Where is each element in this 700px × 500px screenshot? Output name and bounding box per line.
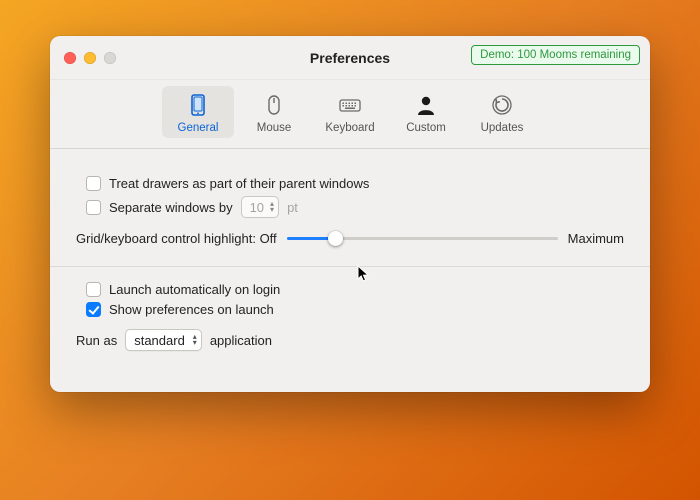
tab-label: Updates — [481, 122, 524, 134]
stepper-value: 10 — [250, 200, 264, 215]
launch-on-login-checkbox[interactable] — [86, 282, 101, 297]
mouse-icon — [261, 92, 287, 118]
person-icon — [413, 92, 439, 118]
tab-updates[interactable]: Updates — [466, 86, 538, 138]
tab-label: General — [178, 122, 219, 134]
highlight-slider[interactable] — [287, 230, 558, 246]
separate-windows-checkbox[interactable] — [86, 200, 101, 215]
run-as-select[interactable]: standard ▴▾ — [125, 329, 202, 351]
divider — [50, 266, 650, 267]
keyboard-icon — [337, 92, 363, 118]
tab-custom[interactable]: Custom — [390, 86, 462, 138]
launch-on-login-row[interactable]: Launch automatically on login — [76, 282, 624, 297]
separate-windows-row: Separate windows by 10 ▴▾ pt — [76, 196, 624, 218]
launch-on-login-label: Launch automatically on login — [109, 282, 280, 297]
run-as-suffix: application — [210, 333, 272, 348]
run-as-value: standard — [134, 333, 185, 348]
stepper-arrows-icon: ▴▾ — [270, 201, 274, 213]
show-prefs-label: Show preferences on launch — [109, 302, 274, 317]
tab-label: Custom — [406, 122, 446, 134]
tab-mouse[interactable]: Mouse — [238, 86, 310, 138]
preferences-window: Preferences Demo: 100 Mooms remaining Ge… — [50, 36, 650, 392]
zoom-icon — [104, 52, 116, 64]
show-prefs-checkbox[interactable] — [86, 302, 101, 317]
treat-drawers-checkbox[interactable] — [86, 176, 101, 191]
treat-drawers-label: Treat drawers as part of their parent wi… — [109, 176, 369, 191]
select-arrows-icon: ▴▾ — [193, 334, 197, 346]
tab-general[interactable]: General — [162, 86, 234, 138]
refresh-icon — [489, 92, 515, 118]
treat-drawers-row[interactable]: Treat drawers as part of their parent wi… — [76, 176, 624, 191]
content-general: Treat drawers as part of their parent wi… — [50, 149, 650, 392]
titlebar: Preferences Demo: 100 Mooms remaining — [50, 36, 650, 80]
general-icon — [185, 92, 211, 118]
show-prefs-row[interactable]: Show preferences on launch — [76, 302, 624, 317]
demo-badge: Demo: 100 Mooms remaining — [471, 45, 640, 65]
tab-label: Keyboard — [325, 122, 374, 134]
tab-keyboard[interactable]: Keyboard — [314, 86, 386, 138]
highlight-row: Grid/keyboard control highlight: Off Max… — [76, 230, 624, 246]
tab-label: Mouse — [257, 122, 292, 134]
slider-thumb[interactable] — [328, 231, 343, 246]
run-as-prefix: Run as — [76, 333, 117, 348]
highlight-max-label: Maximum — [568, 231, 624, 246]
window-controls — [50, 52, 116, 64]
highlight-label: Grid/keyboard control highlight: Off — [76, 231, 277, 246]
prefs-toolbar: General Mouse Keyboard — [50, 80, 650, 149]
separate-windows-label: Separate windows by — [109, 200, 233, 215]
separate-windows-stepper[interactable]: 10 ▴▾ — [241, 196, 279, 218]
run-as-row: Run as standard ▴▾ application — [76, 329, 624, 351]
close-icon[interactable] — [64, 52, 76, 64]
minimize-icon[interactable] — [84, 52, 96, 64]
separate-windows-unit: pt — [287, 200, 298, 215]
